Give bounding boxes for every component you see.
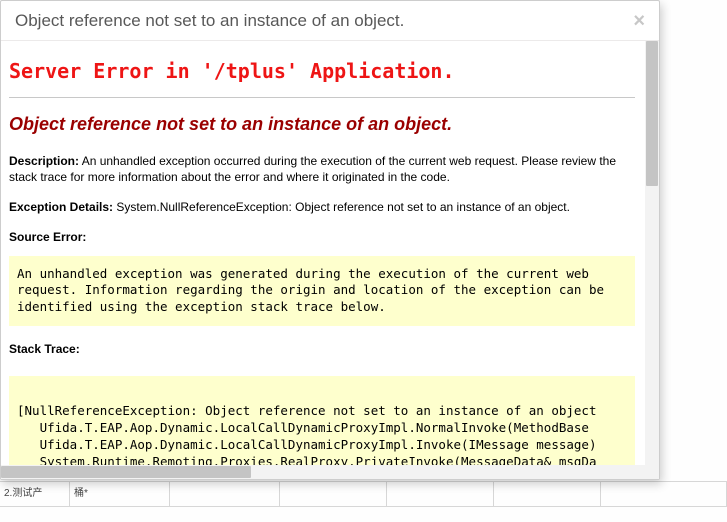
error-content: Server Error in '/tplus' Application. Ob… (1, 41, 645, 465)
dialog-body: Server Error in '/tplus' Application. Ob… (1, 41, 659, 479)
cell-text: 2.测试产 (4, 488, 42, 499)
horizontal-scrollbar[interactable] (1, 465, 645, 479)
table-cell (280, 482, 387, 506)
error-dialog: Object reference not set to an instance … (0, 0, 660, 480)
table-cell (387, 482, 494, 506)
server-error-title: Server Error in '/tplus' Application. (9, 59, 635, 83)
description-label: Description: (9, 154, 79, 168)
details-text: System.NullReferenceException: Object re… (113, 200, 570, 214)
table-cell: 2.测试产 (0, 482, 70, 506)
table-cell (601, 482, 727, 506)
scroll-corner (645, 465, 659, 479)
table-cell (494, 482, 601, 506)
cell-text: 桶* (74, 488, 88, 499)
table-cell (170, 482, 280, 506)
dialog-title: Object reference not set to an instance … (15, 11, 404, 31)
exception-heading: Object reference not set to an instance … (9, 114, 635, 135)
stack-trace-label: Stack Trace: (9, 342, 635, 356)
table-row: 2.测试产 桶* (0, 481, 727, 507)
dialog-header: Object reference not set to an instance … (1, 1, 659, 41)
source-error-box: An unhandled exception was generated dur… (9, 256, 635, 327)
divider (9, 97, 635, 98)
stack-trace-box: [NullReferenceException: Object referenc… (9, 376, 635, 465)
description-block: Description: An unhandled exception occu… (9, 153, 635, 185)
horizontal-scrollbar-thumb[interactable] (1, 466, 251, 478)
exception-details-block: Exception Details: System.NullReferenceE… (9, 199, 635, 215)
source-error-label: Source Error: (9, 230, 635, 244)
vertical-scrollbar-thumb[interactable] (646, 41, 658, 186)
table-cell: 桶* (70, 482, 170, 506)
close-icon[interactable]: × (633, 11, 645, 31)
details-label: Exception Details: (9, 200, 113, 214)
vertical-scrollbar[interactable] (645, 41, 659, 465)
description-text: An unhandled exception occurred during t… (9, 154, 616, 184)
